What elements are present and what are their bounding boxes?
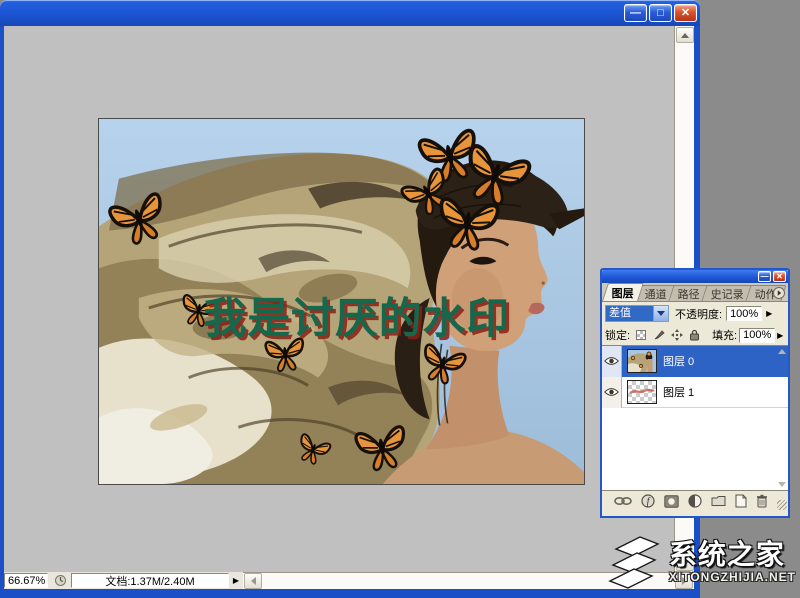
- adjustment-layer-button[interactable]: [688, 494, 702, 508]
- trash-icon: [756, 494, 768, 508]
- opacity-label: 不透明度:: [675, 306, 722, 322]
- photo-image: 我是讨厌的水印 我是讨厌的水印: [99, 119, 584, 484]
- fill-spinner-icon[interactable]: ▶: [777, 331, 783, 340]
- palette-bottom-bar: f: [602, 491, 788, 511]
- layer-name[interactable]: 图层 0: [663, 353, 694, 369]
- link-layers-button[interactable]: [614, 496, 632, 506]
- palette-close-button[interactable]: ✕: [773, 271, 786, 282]
- layer-style-icon: f: [641, 494, 655, 508]
- lock-transparency-button[interactable]: [633, 328, 648, 342]
- window-maximize-button[interactable]: □: [649, 4, 672, 22]
- window-titlebar[interactable]: — □ ✕: [0, 0, 700, 26]
- site-logo-icon: [605, 532, 667, 592]
- palette-titlebar[interactable]: — ✕: [602, 270, 788, 283]
- padlock-icon: [689, 329, 700, 341]
- list-scroll-down-icon[interactable]: [778, 482, 786, 487]
- add-layer-mask-button[interactable]: [664, 495, 679, 508]
- opacity-field[interactable]: 100%: [726, 306, 762, 321]
- window-minimize-button[interactable]: —: [624, 4, 647, 22]
- layer-name[interactable]: 图层 1: [663, 384, 694, 400]
- layer-list: 图层 0 图层 1: [602, 345, 788, 491]
- window-border-bottom: [0, 589, 700, 598]
- fill-label: 填充:: [712, 327, 737, 343]
- panel-menu-button[interactable]: [773, 287, 785, 299]
- list-scroll-up-icon[interactable]: [778, 349, 786, 354]
- site-watermark: 系统之家 XITONGZHIJIA.NET: [605, 532, 796, 592]
- blend-mode-row: 差值 不透明度: 100% ▶: [602, 302, 788, 325]
- window-close-button[interactable]: ✕: [674, 4, 697, 22]
- photoshop-window: — □ ✕: [0, 0, 700, 598]
- transparency-icon: [636, 330, 646, 340]
- combo-dropdown-icon[interactable]: [653, 306, 668, 321]
- tab-layers[interactable]: 图层: [602, 283, 644, 301]
- document-workspace: 我是讨厌的水印 我是讨厌的水印: [4, 26, 674, 572]
- adjustment-layer-icon: [688, 494, 702, 508]
- layer-visibility-toggle[interactable]: [602, 346, 622, 377]
- delete-layer-button[interactable]: [756, 494, 768, 508]
- site-title: 系统之家: [669, 540, 796, 570]
- lock-all-button[interactable]: [687, 328, 702, 342]
- lock-pixels-button[interactable]: [651, 328, 666, 342]
- brush-icon: [653, 329, 665, 341]
- new-layer-icon: [735, 494, 747, 508]
- palette-minimize-button[interactable]: —: [758, 271, 771, 282]
- layers-palette: — ✕ 图层 通道 路径 史记录 动作 差值 不透明度: 100% ▶ 锁定:: [600, 268, 790, 518]
- status-menu-arrow-button[interactable]: ▶: [229, 573, 243, 588]
- layer-row-1[interactable]: 图层 1: [602, 377, 788, 408]
- layer-thumbnail[interactable]: [627, 349, 657, 373]
- link-icon: [614, 496, 632, 506]
- scroll-left-icon[interactable]: [244, 573, 262, 589]
- layer-list-scrollbar[interactable]: [776, 346, 788, 490]
- eye-icon: [604, 356, 619, 366]
- blend-mode-value: 差值: [606, 306, 653, 321]
- document-canvas[interactable]: 我是讨厌的水印 我是讨厌的水印: [98, 118, 585, 485]
- fill-field[interactable]: 100%: [739, 328, 775, 343]
- opacity-spinner-icon[interactable]: ▶: [766, 309, 772, 318]
- palette-tabs: 图层 通道 路径 史记录 动作: [602, 283, 788, 302]
- site-url: XITONGZHIJIA.NET: [669, 570, 796, 584]
- new-group-button[interactable]: [711, 495, 726, 507]
- eye-icon: [604, 387, 619, 397]
- layer-row-0[interactable]: 图层 0: [602, 346, 788, 377]
- lock-label: 锁定:: [605, 327, 630, 343]
- folder-icon: [711, 495, 726, 507]
- zoom-level-field[interactable]: 66.67%: [4, 573, 48, 588]
- lock-row: 锁定: 填充: 100% ▶: [602, 325, 788, 345]
- move-icon: [671, 329, 683, 341]
- document-size-field[interactable]: 文档:1.37M/2.40M: [71, 573, 229, 588]
- new-layer-button[interactable]: [735, 494, 747, 508]
- scroll-up-icon[interactable]: [676, 27, 694, 43]
- panel-menu-arrow-icon: [777, 290, 781, 296]
- lock-position-button[interactable]: [669, 328, 684, 342]
- layer-thumbnail[interactable]: [627, 380, 657, 404]
- image-watermark-text: 我是讨厌的水印: [204, 295, 511, 343]
- layer-visibility-toggle[interactable]: [602, 377, 622, 408]
- layer-mask-icon: [664, 495, 679, 508]
- status-bar: 66.67% 文档:1.37M/2.40M ▶: [4, 572, 694, 589]
- palette-resize-grip[interactable]: [777, 500, 787, 510]
- blend-mode-select[interactable]: 差值: [605, 305, 669, 322]
- status-clock-icon: [54, 574, 67, 587]
- layer-style-button[interactable]: f: [641, 494, 655, 508]
